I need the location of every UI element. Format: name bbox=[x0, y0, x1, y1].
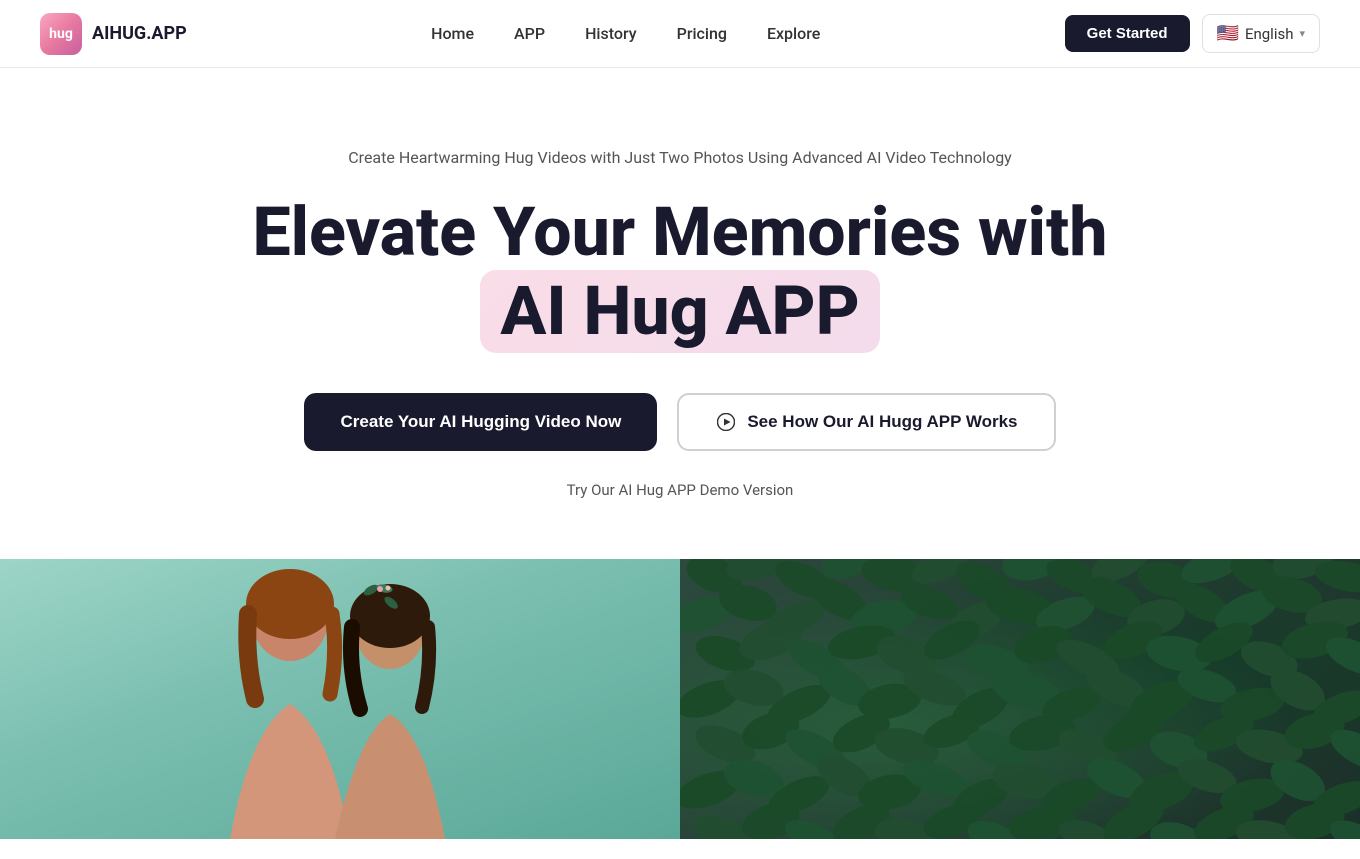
nav-item-app[interactable]: APP bbox=[514, 24, 545, 43]
nav-item-pricing[interactable]: Pricing bbox=[677, 24, 727, 43]
language-label: English bbox=[1245, 25, 1294, 43]
hero-title-line1: Elevate Your Memories with bbox=[253, 192, 1108, 272]
chevron-down-icon: ▾ bbox=[1299, 27, 1305, 40]
nav-item-explore[interactable]: Explore bbox=[767, 24, 820, 43]
get-started-button[interactable]: Get Started bbox=[1065, 15, 1190, 52]
play-icon bbox=[715, 411, 737, 433]
watch-video-label: See How Our AI Hugg APP Works bbox=[747, 412, 1017, 432]
create-video-button[interactable]: Create Your AI Hugging Video Now bbox=[304, 393, 657, 451]
demo-link[interactable]: Try Our AI Hug APP Demo Version bbox=[250, 481, 1110, 499]
hero-subtitle: Create Heartwarming Hug Videos with Just… bbox=[250, 148, 1110, 167]
brand-name: AIHUG.APP bbox=[92, 23, 187, 44]
navbar: hug AIHUG.APP Home APP History Pricing E… bbox=[0, 0, 1360, 68]
nav-links: Home APP History Pricing Explore bbox=[431, 24, 820, 43]
hero-buttons: Create Your AI Hugging Video Now See How… bbox=[250, 393, 1110, 451]
logo-icon: hug bbox=[40, 13, 82, 55]
flag-icon: 🇺🇸 bbox=[1217, 23, 1239, 44]
watch-video-button[interactable]: See How Our AI Hugg APP Works bbox=[677, 393, 1055, 451]
nav-item-history[interactable]: History bbox=[585, 24, 637, 43]
hero-image-right bbox=[680, 559, 1360, 839]
hero-image-left bbox=[0, 559, 680, 839]
hero-title-line2: AI Hug APP bbox=[480, 270, 879, 353]
hero-title: Elevate Your Memories with AI Hug APP bbox=[250, 195, 1110, 353]
language-selector[interactable]: 🇺🇸 English ▾ bbox=[1202, 14, 1320, 53]
hero-section: Create Heartwarming Hug Videos with Just… bbox=[230, 68, 1130, 559]
nav-item-home[interactable]: Home bbox=[431, 24, 474, 43]
nav-right: Get Started 🇺🇸 English ▾ bbox=[1065, 14, 1320, 53]
logo[interactable]: hug AIHUG.APP bbox=[40, 13, 187, 55]
hero-image-section bbox=[0, 559, 1360, 839]
